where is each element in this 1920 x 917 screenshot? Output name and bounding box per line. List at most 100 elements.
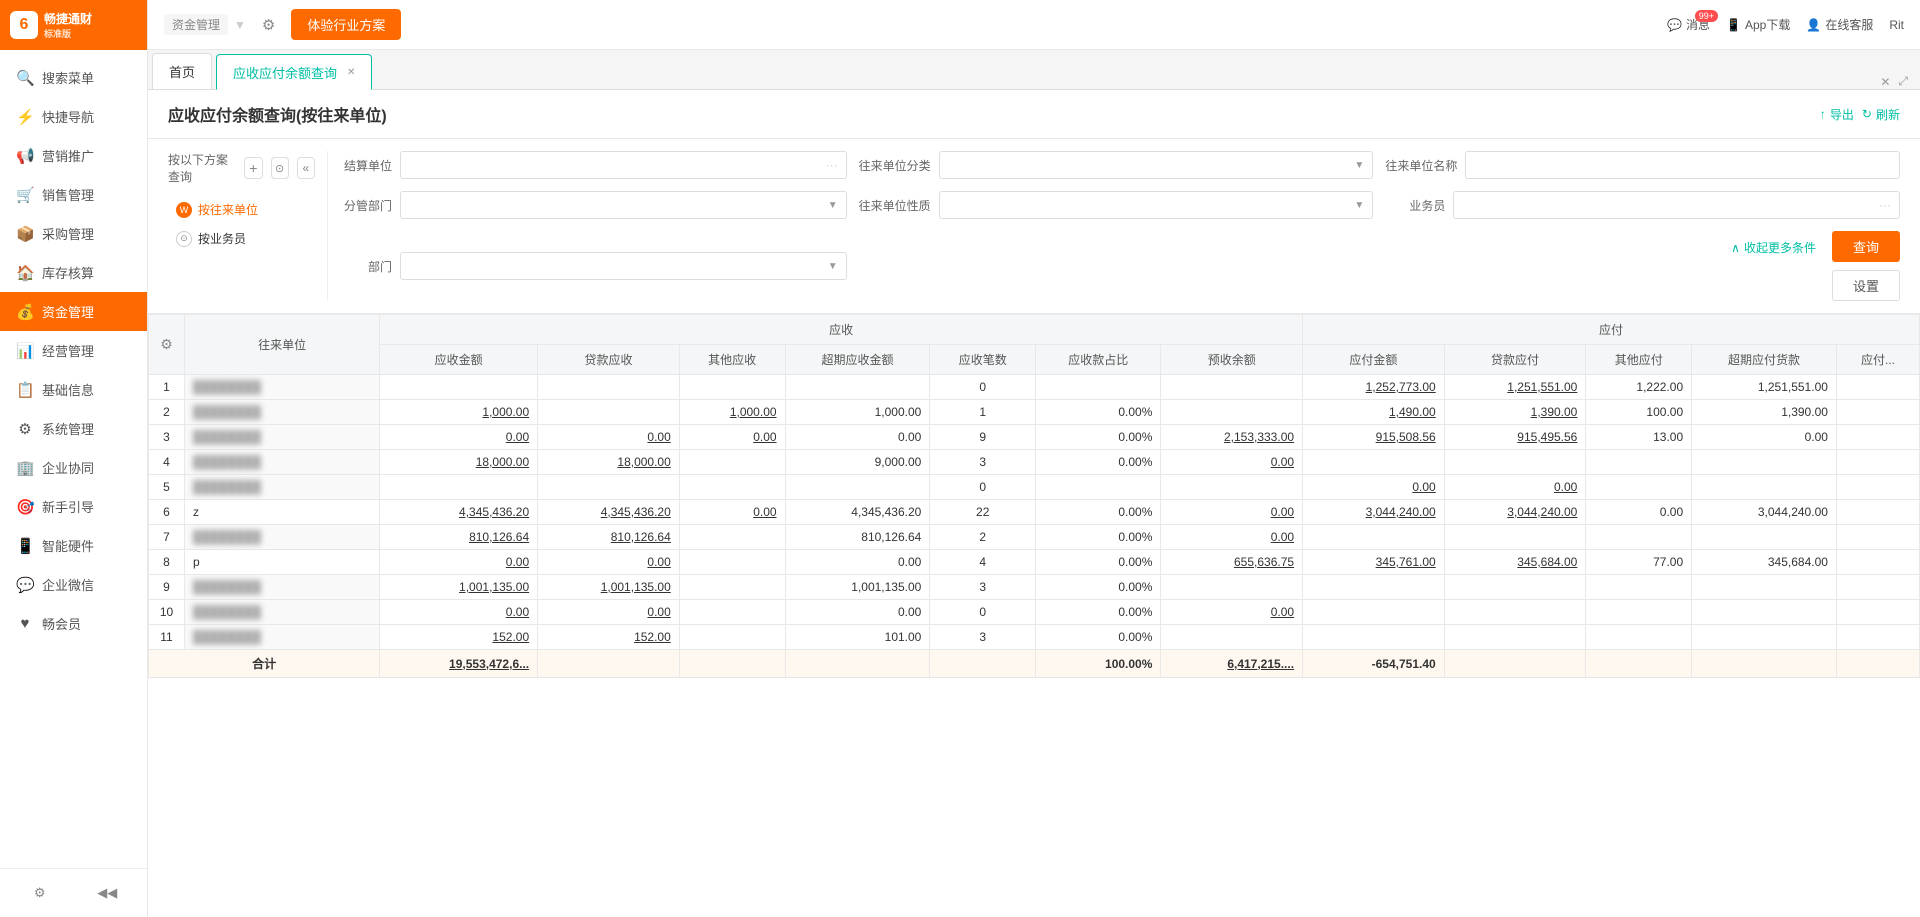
- topbar-gear-icon[interactable]: ⚙: [258, 12, 279, 38]
- sidebar-item-finance[interactable]: 💰资金管理: [0, 292, 147, 331]
- sidebar-item-smart-hw[interactable]: 📱智能硬件: [0, 526, 147, 565]
- table-cell[interactable]: 152.00: [538, 625, 680, 650]
- table-cell[interactable]: 18,000.00: [538, 450, 680, 475]
- table-cell[interactable]: 1,390.00: [1444, 400, 1586, 425]
- table-cell[interactable]: 915,495.56: [1444, 425, 1586, 450]
- tab-close-icon[interactable]: ✕: [347, 67, 355, 78]
- export-btn[interactable]: ↑ 导出: [1820, 106, 1854, 123]
- close-window-icon[interactable]: ✕: [1880, 75, 1890, 89]
- table-cell[interactable]: 345,761.00: [1303, 550, 1445, 575]
- table-cell[interactable]: 810,126.64: [380, 525, 538, 550]
- set-btn[interactable]: 设置: [1832, 270, 1900, 301]
- sidebar-item-operations[interactable]: 📊经营管理: [0, 331, 147, 370]
- sidebar-item-marketing[interactable]: 📢营销推广: [0, 136, 147, 175]
- sidebar-item-purchase[interactable]: 📦采购管理: [0, 214, 147, 253]
- filter-add-btn[interactable]: +: [244, 157, 262, 179]
- table-settings-icon[interactable]: ⚙: [160, 336, 173, 352]
- filter-sub-dept-input[interactable]: ▼: [400, 252, 847, 280]
- table-cell[interactable]: 0.00: [1161, 600, 1303, 625]
- footer-ar-total[interactable]: 19,553,472,6...: [380, 650, 538, 678]
- row-ar-count: 1: [930, 400, 1036, 425]
- table-cell[interactable]: 152.00: [380, 625, 538, 650]
- tab-ar-ap[interactable]: 应收应付余额查询 ✕: [216, 54, 372, 90]
- table-cell[interactable]: 655,636.75: [1161, 550, 1303, 575]
- table-cell[interactable]: 0.00: [1303, 475, 1445, 500]
- maximize-window-icon[interactable]: ⤢: [1898, 74, 1908, 89]
- table-cell[interactable]: 810,126.64: [538, 525, 680, 550]
- tab-home[interactable]: 首页: [152, 53, 212, 89]
- scheme-option-by-customer[interactable]: W 按往来单位: [168, 197, 315, 222]
- filter-name-input[interactable]: [1465, 151, 1900, 179]
- sidebar-item-corp-wechat[interactable]: 💬企业微信: [0, 565, 147, 604]
- sidebar-item-basic-info[interactable]: 📋基础信息: [0, 370, 147, 409]
- scheme-active-icon: W: [176, 202, 192, 218]
- topbar-online-service[interactable]: 👤 在线客服: [1806, 16, 1873, 33]
- row-num: 5: [149, 475, 185, 500]
- table-cell[interactable]: 1,252,773.00: [1303, 375, 1445, 400]
- table-cell[interactable]: 0.00: [380, 550, 538, 575]
- sidebar-item-guide[interactable]: 🎯新手引导: [0, 487, 147, 526]
- table-cell[interactable]: 345,684.00: [1444, 550, 1586, 575]
- table-cell[interactable]: 1,490.00: [1303, 400, 1445, 425]
- table-cell[interactable]: 3,044,240.00: [1303, 500, 1445, 525]
- table-cell[interactable]: 1,001,135.00: [538, 575, 680, 600]
- table-cell[interactable]: 1,000.00: [679, 400, 785, 425]
- table-cell[interactable]: 4,345,436.20: [538, 500, 680, 525]
- sidebar-settings-btn[interactable]: ⚙: [10, 879, 70, 907]
- table-cell[interactable]: 0.00: [679, 500, 785, 525]
- row-num: 4: [149, 450, 185, 475]
- table-cell[interactable]: 0.00: [380, 600, 538, 625]
- table-cell: [1444, 600, 1586, 625]
- sidebar-item-inventory[interactable]: 🏠库存核算: [0, 253, 147, 292]
- table-cell[interactable]: 3,044,240.00: [1444, 500, 1586, 525]
- table-cell: [785, 375, 930, 400]
- table-cell[interactable]: 0.00: [380, 425, 538, 450]
- topbar-app-download[interactable]: 📱 App下载: [1726, 16, 1790, 33]
- sidebar-collapse-btn[interactable]: ◀◀: [78, 879, 138, 907]
- filter-salesperson-input[interactable]: ···: [1453, 191, 1900, 219]
- sidebar-item-system[interactable]: ⚙系统管理: [0, 409, 147, 448]
- filter-collapse-btn[interactable]: «: [297, 157, 315, 179]
- filter-nature-input[interactable]: ▼: [939, 191, 1374, 219]
- table-cell: [1303, 525, 1445, 550]
- table-cell: [679, 525, 785, 550]
- filter-category-input[interactable]: ▼: [939, 151, 1374, 179]
- table-cell[interactable]: 0.00: [679, 425, 785, 450]
- table-cell[interactable]: 0.00: [538, 600, 680, 625]
- filter-scheme-btn[interactable]: ⊙: [271, 157, 289, 179]
- row-num: 2: [149, 400, 185, 425]
- table-cell[interactable]: 0.00: [1161, 525, 1303, 550]
- table-cell[interactable]: 2,153,333.00: [1161, 425, 1303, 450]
- footer-ar-prepay[interactable]: 6,417,215....: [1161, 650, 1303, 678]
- scheme-option-by-employee[interactable]: ⊙ 按业务员: [168, 226, 315, 251]
- table-cell[interactable]: 18,000.00: [380, 450, 538, 475]
- table-cell[interactable]: 1,251,551.00: [1444, 375, 1586, 400]
- sidebar-item-sales[interactable]: 🛒销售管理: [0, 175, 147, 214]
- table-cell[interactable]: 1,000.00: [380, 400, 538, 425]
- query-btn[interactable]: 查询: [1832, 231, 1900, 262]
- filter-settlement-input[interactable]: ···: [400, 151, 847, 179]
- topbar-highlight-btn[interactable]: 体验行业方案: [291, 9, 401, 40]
- row-ar-ratio: 0.00%: [1036, 600, 1161, 625]
- table-cell[interactable]: 1,001,135.00: [380, 575, 538, 600]
- table-cell[interactable]: 0.00: [538, 425, 680, 450]
- table-cell[interactable]: 4,345,436.20: [380, 500, 538, 525]
- table-cell[interactable]: 0.00: [538, 550, 680, 575]
- table-row: 4 ████████ 18,000.00 18,000.00 9,000.00 …: [149, 450, 1920, 475]
- table-cell[interactable]: 0.00: [1161, 450, 1303, 475]
- sidebar-item-quick-nav[interactable]: ⚡快捷导航: [0, 97, 147, 136]
- filter-collapse-toggle[interactable]: ∧ 收起更多条件: [1723, 231, 1824, 264]
- collapse-icon: ∧: [1731, 241, 1740, 255]
- table-cell[interactable]: 0.00: [1444, 475, 1586, 500]
- sidebar-item-search-menu[interactable]: 🔍搜索菜单: [0, 58, 147, 97]
- filter-dept-input[interactable]: ▼: [400, 191, 847, 219]
- th-settings[interactable]: ⚙: [149, 315, 185, 375]
- sidebar-item-vip-member[interactable]: ♥畅会员: [0, 604, 147, 643]
- table-cell: 0.00: [1586, 500, 1692, 525]
- topbar-notification[interactable]: 💬 消息 99+: [1667, 16, 1710, 33]
- sidebar-item-corp-collab[interactable]: 🏢企业协同: [0, 448, 147, 487]
- refresh-btn[interactable]: ↻ 刷新: [1862, 106, 1900, 123]
- table-cell[interactable]: 0.00: [1161, 500, 1303, 525]
- table-cell[interactable]: 915,508.56: [1303, 425, 1445, 450]
- topbar-user[interactable]: Rit: [1889, 18, 1904, 32]
